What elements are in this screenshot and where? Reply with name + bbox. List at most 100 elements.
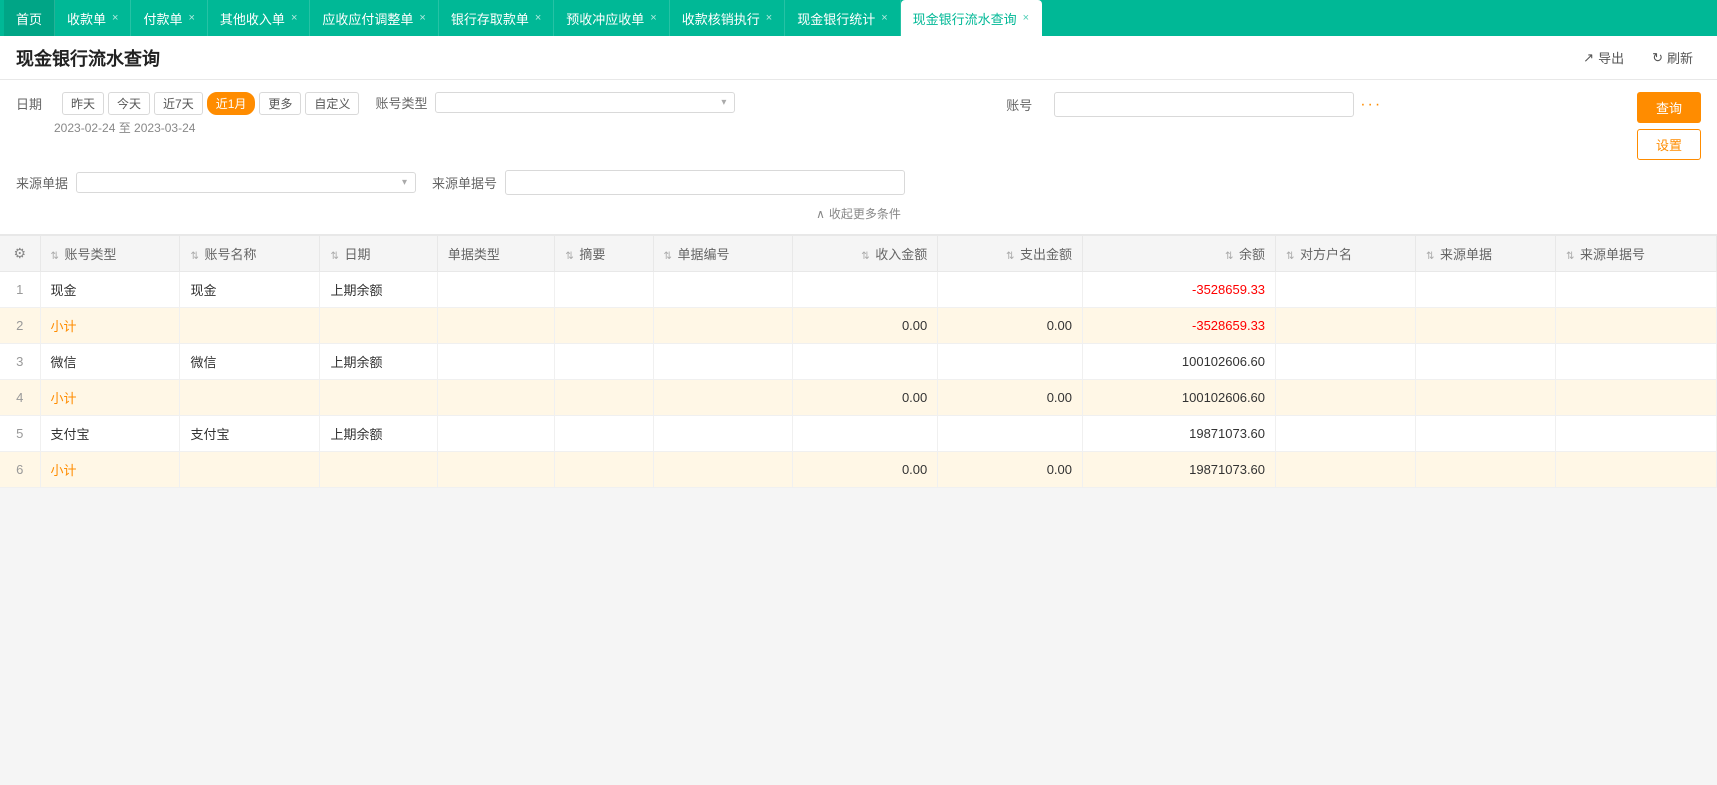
close-icon[interactable]: × — [1023, 12, 1029, 24]
col-account-type-label: 账号类型 — [65, 247, 117, 262]
cell-expense: 0.00 — [938, 452, 1083, 488]
col-date-label: 日期 — [344, 247, 370, 262]
date-btn-7days[interactable]: 近7天 — [154, 92, 203, 115]
cell-income — [793, 344, 938, 380]
nav-item-label: 应收应付调整单 — [322, 9, 413, 28]
column-settings-icon[interactable]: ⚙ — [13, 245, 26, 261]
table-header-row: ⚙ ⇅ 账号类型 ⇅ 账号名称 ⇅ 日期 单据类型 ⇅ — [0, 236, 1717, 272]
cell-expense — [938, 272, 1083, 308]
page-title: 现金银行流水查询 — [16, 45, 160, 71]
export-icon: ↗ — [1583, 50, 1594, 66]
nav-item-label: 收款单 — [67, 9, 106, 28]
close-icon[interactable]: × — [650, 12, 656, 24]
date-btn-1month[interactable]: 近1月 — [207, 92, 256, 115]
close-icon[interactable]: × — [112, 12, 118, 24]
col-settings[interactable]: ⚙ — [0, 236, 40, 272]
source-doc-label: 来源单据 — [16, 173, 68, 192]
nav-item-label: 首页 — [16, 9, 42, 28]
close-icon[interactable]: × — [535, 12, 541, 24]
date-btn-custom[interactable]: 自定义 — [305, 92, 359, 115]
nav-item-receipt[interactable]: 收款单 × — [55, 0, 131, 36]
nav-item-label: 现金银行统计 — [797, 9, 875, 28]
cell-date — [320, 308, 437, 344]
cell-doc-no — [653, 416, 793, 452]
account-type-select[interactable]: ▾ — [435, 92, 735, 113]
cell-counterpart — [1276, 272, 1416, 308]
query-button[interactable]: 查询 — [1637, 92, 1701, 123]
close-icon[interactable]: × — [766, 12, 772, 24]
close-icon[interactable]: × — [419, 12, 425, 24]
cell-income: 0.00 — [793, 452, 938, 488]
nav-item-bank-deposit[interactable]: 银行存取款单 × — [439, 0, 554, 36]
date-range-display: 2023-02-24 至 2023-03-24 — [54, 119, 195, 136]
sort-icon: ⇅ — [330, 251, 338, 262]
cell-doc-type — [437, 308, 554, 344]
cell-date: 上期余额 — [320, 416, 437, 452]
nav-item-cash-flow[interactable]: 现金银行流水查询 × — [901, 0, 1042, 36]
date-btn-today[interactable]: 今天 — [108, 92, 150, 115]
cell-balance: 100102606.60 — [1083, 344, 1276, 380]
cell-source-doc — [1416, 308, 1556, 344]
cell-account-type: 微信 — [40, 344, 180, 380]
nav-item-advance-offset[interactable]: 预收冲应收单 × — [554, 0, 669, 36]
cell-balance: 100102606.60 — [1083, 380, 1276, 416]
col-counterpart: ⇅ 对方户名 — [1276, 236, 1416, 272]
cell-account-name — [180, 452, 320, 488]
refresh-button[interactable]: ↻ 刷新 — [1644, 44, 1701, 71]
cell-account-name: 现金 — [180, 272, 320, 308]
cell-expense — [938, 416, 1083, 452]
close-icon[interactable]: × — [881, 12, 887, 24]
col-account-name-label: 账号名称 — [205, 247, 257, 262]
nav-item-cash-stat[interactable]: 现金银行统计 × — [785, 0, 900, 36]
nav-item-ar-ap-adjust[interactable]: 应收应付调整单 × — [310, 0, 438, 36]
date-btn-more[interactable]: 更多 — [259, 92, 301, 115]
cell-source-doc-no — [1556, 380, 1717, 416]
cell-date — [320, 380, 437, 416]
date-btn-yesterday[interactable]: 昨天 — [62, 92, 104, 115]
collapse-icon: ∧ — [816, 207, 825, 221]
cell-counterpart — [1276, 380, 1416, 416]
export-button[interactable]: ↗ 导出 — [1575, 44, 1632, 71]
cell-account-name: 支付宝 — [180, 416, 320, 452]
cell-doc-type — [437, 380, 554, 416]
cell-doc-no — [653, 272, 793, 308]
col-source-doc-no-label: 来源单据号 — [1580, 247, 1645, 262]
account-no-input[interactable] — [1054, 92, 1354, 117]
source-doc-select[interactable]: ▾ — [76, 172, 416, 193]
nav-item-other-income[interactable]: 其他收入单 × — [208, 0, 310, 36]
table-row: 2 小计 0.00 0.00 -3528659.33 — [0, 308, 1717, 344]
nav-item-payment[interactable]: 付款单 × — [131, 0, 207, 36]
cell-account-name: 微信 — [180, 344, 320, 380]
dropdown-icon: ▾ — [402, 177, 407, 188]
cell-counterpart — [1276, 452, 1416, 488]
sort-icon: ⇅ — [1225, 251, 1233, 262]
cell-seq: 6 — [0, 452, 40, 488]
settings-button[interactable]: 设置 — [1637, 129, 1701, 160]
account-type-label: 账号类型 — [375, 93, 427, 112]
refresh-icon: ↻ — [1652, 50, 1663, 66]
cell-summary — [555, 308, 653, 344]
close-icon[interactable]: × — [291, 12, 297, 24]
close-icon[interactable]: × — [188, 12, 194, 24]
col-expense: ⇅ 支出金额 — [938, 236, 1083, 272]
collapse-filter-button[interactable]: ∧ 收起更多条件 — [16, 201, 1701, 226]
col-source-doc: ⇅ 来源单据 — [1416, 236, 1556, 272]
source-doc-no-input[interactable] — [505, 170, 905, 195]
nav-item-home[interactable]: 首页 — [4, 0, 55, 36]
cell-account-name — [180, 308, 320, 344]
nav-item-writeoff[interactable]: 收款核销执行 × — [670, 0, 785, 36]
nav-item-label: 其他收入单 — [220, 9, 285, 28]
cell-doc-no — [653, 380, 793, 416]
cell-account-type: 支付宝 — [40, 416, 180, 452]
cell-source-doc-no — [1556, 272, 1717, 308]
col-source-doc-no: ⇅ 来源单据号 — [1556, 236, 1717, 272]
cell-account-type: 小计 — [40, 308, 180, 344]
cell-source-doc — [1416, 452, 1556, 488]
col-counterpart-label: 对方户名 — [1300, 247, 1352, 262]
nav-item-label: 收款核销执行 — [682, 9, 760, 28]
account-no-dots-button[interactable]: ··· — [1360, 96, 1382, 114]
cell-income — [793, 416, 938, 452]
cell-counterpart — [1276, 344, 1416, 380]
nav-item-label: 付款单 — [143, 9, 182, 28]
cell-seq: 4 — [0, 380, 40, 416]
